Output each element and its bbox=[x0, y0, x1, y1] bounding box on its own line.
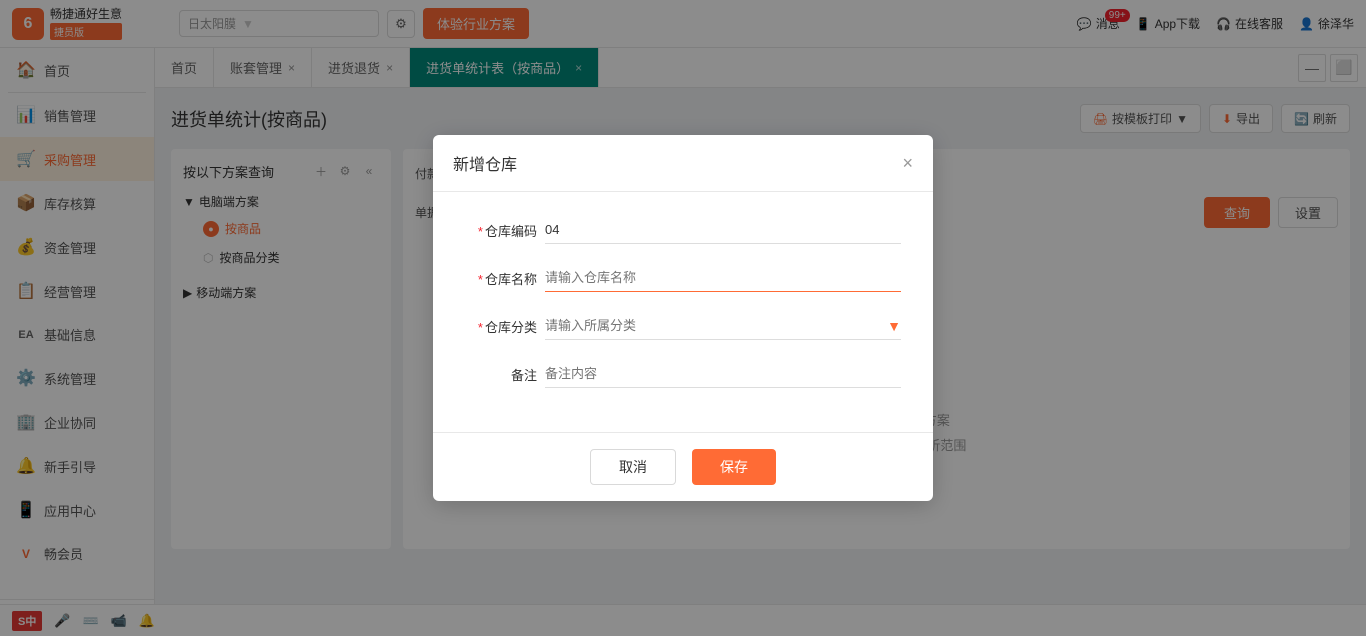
modal-close-button[interactable]: × bbox=[902, 154, 913, 172]
category-label: 仓库分类 bbox=[465, 317, 545, 336]
cancel-button[interactable]: 取消 bbox=[590, 449, 676, 485]
name-label: 仓库名称 bbox=[465, 269, 545, 288]
new-warehouse-modal: 新增仓库 × 仓库编码 仓库名称 仓库分类 ▼ bbox=[433, 135, 933, 501]
category-input[interactable] bbox=[545, 312, 887, 339]
category-dropdown-icon[interactable]: ▼ bbox=[887, 318, 901, 334]
form-row-code: 仓库编码 bbox=[465, 216, 901, 244]
note-input[interactable] bbox=[545, 360, 901, 388]
modal-overlay[interactable]: 新增仓库 × 仓库编码 仓库名称 仓库分类 ▼ bbox=[0, 0, 1366, 636]
code-label: 仓库编码 bbox=[465, 221, 545, 240]
form-row-note: 备注 bbox=[465, 360, 901, 388]
modal-title: 新增仓库 bbox=[453, 151, 517, 175]
category-select-row: ▼ bbox=[545, 312, 901, 340]
note-label: 备注 bbox=[465, 365, 545, 384]
modal-footer: 取消 保存 bbox=[433, 432, 933, 501]
modal-header: 新增仓库 × bbox=[433, 135, 933, 192]
modal-body: 仓库编码 仓库名称 仓库分类 ▼ 备注 bbox=[433, 192, 933, 432]
form-row-category: 仓库分类 ▼ bbox=[465, 312, 901, 340]
save-button[interactable]: 保存 bbox=[692, 449, 776, 485]
form-row-name: 仓库名称 bbox=[465, 264, 901, 292]
code-input[interactable] bbox=[545, 216, 901, 244]
name-input[interactable] bbox=[545, 264, 901, 292]
